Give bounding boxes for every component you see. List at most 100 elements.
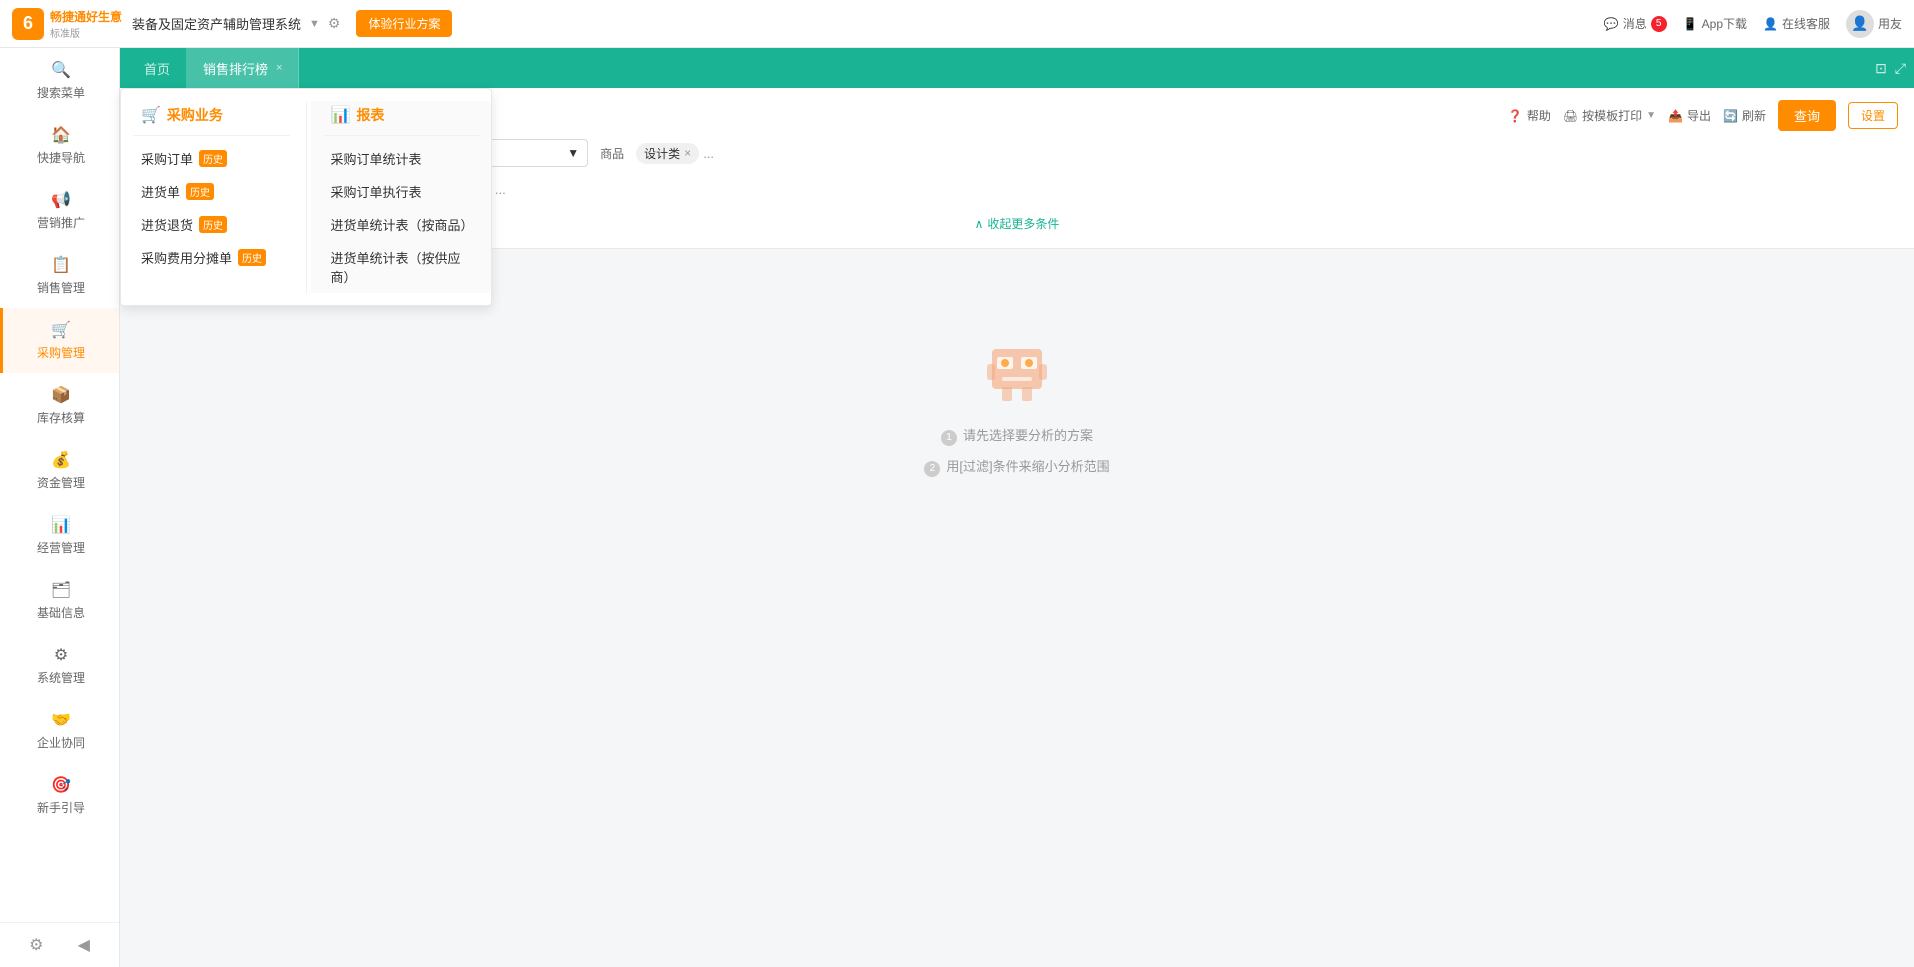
toolbar-right: ❓ 帮助 🖨 按模板打印 ▼ 📤 导出 🔄 刷新 查询 设置	[1508, 100, 1898, 131]
stock-icon: 📦	[51, 385, 71, 405]
purchase-dropdown-menu: 🛒 采购业务 采购订单 历史 进货单 历史 进货退货 历史 采购费用分摊单 历史…	[120, 88, 492, 306]
tab-close-icon[interactable]: ×	[276, 62, 282, 74]
cost-label: 采购费用分摊单	[141, 248, 232, 267]
sys-dropdown-arrow[interactable]: ▼	[309, 18, 320, 30]
sys-settings-icon[interactable]: ⚙	[328, 15, 341, 32]
dropdown-item-purchase-stat[interactable]: 采购订单统计表	[323, 142, 480, 175]
user-item[interactable]: 👤 用友	[1846, 10, 1902, 38]
sidebar-item-sales[interactable]: 📋 销售管理	[0, 243, 119, 308]
sys-title-area: 装备及固定资产辅助管理系统 ▼ ⚙ 体验行业方案	[132, 10, 1604, 37]
sidebar-item-operation[interactable]: 📊 经营管理	[0, 503, 119, 568]
logo-badge: 标准版	[50, 25, 122, 40]
goods-tag-text: 设计类	[644, 145, 680, 162]
collapse-up-icon: ∧	[975, 217, 984, 231]
app-item[interactable]: 📱 App下载	[1683, 15, 1747, 32]
sidebar-item-stock[interactable]: 📦 库存核算	[0, 373, 119, 438]
tab-sales-rank-label: 销售排行榜	[203, 59, 268, 78]
tab-bar: 首页 销售排行榜 × ⊡ ⤢	[120, 48, 1914, 88]
msg-item[interactable]: 💬 消息 5	[1604, 15, 1667, 32]
logo-area: 6 畅捷通好生意 标准版	[12, 8, 132, 40]
refresh-icon: 🔄	[1723, 109, 1738, 123]
print-btn[interactable]: 🖨 按模板打印 ▼	[1563, 107, 1656, 124]
cost-history: 历史	[238, 249, 266, 266]
refresh-btn[interactable]: 🔄 刷新	[1723, 107, 1766, 124]
incoming-label: 进货单	[141, 182, 180, 201]
sidebar-label-basic: 基础信息	[37, 604, 85, 621]
purchase-order-history: 历史	[199, 150, 227, 167]
user-label: 用友	[1878, 15, 1902, 32]
print-label: 按模板打印	[1582, 107, 1642, 124]
dropdown-purchase-title-text: 采购业务	[167, 105, 223, 125]
enterprise-icon: 🤝	[51, 710, 71, 730]
dropdown-divider	[306, 101, 307, 293]
app-label: App下载	[1702, 15, 1747, 32]
query-btn[interactable]: 查询	[1778, 100, 1836, 131]
print-arrow: ▼	[1646, 110, 1656, 121]
incoming-stat-goods-label: 进货单统计表（按商品）	[331, 215, 472, 234]
sidebar-item-finance[interactable]: 💰 资金管理	[0, 438, 119, 503]
sidebar-label-finance: 资金管理	[37, 474, 85, 491]
settings-bottom-icon[interactable]: ⚙	[29, 935, 43, 955]
msg-icon: 💬	[1604, 17, 1619, 31]
sidebar-item-marketing[interactable]: 📢 营销推广	[0, 178, 119, 243]
sidebar-item-system[interactable]: ⚙ 系统管理	[0, 633, 119, 698]
dropdown-report-title: 📊 报表	[323, 101, 480, 136]
sales-icon: 📋	[51, 255, 71, 275]
sidebar-item-enterprise[interactable]: 🤝 企业协同	[0, 698, 119, 763]
export-btn[interactable]: 📤 导出	[1668, 107, 1711, 124]
export-label: 导出	[1687, 107, 1711, 124]
collapse-sidebar-icon[interactable]: ◀	[78, 935, 90, 955]
empty-hint-2-row: 2 用[过滤]条件来缩小分析范围	[924, 456, 1109, 481]
dropdown-purchase-icon: 🛒	[141, 105, 161, 125]
bill-status-arrow: ▼	[567, 146, 579, 160]
incoming-history: 历史	[186, 183, 214, 200]
tab-sales-rank[interactable]: 销售排行榜 ×	[187, 48, 299, 88]
purchase-exec-label: 采购订单执行表	[331, 182, 422, 201]
dropdown-purchase-title: 🛒 采购业务	[133, 101, 290, 136]
empty-hint-1-row: 1 请先选择要分析的方案	[941, 425, 1093, 450]
sidebar-item-guide[interactable]: 🎯 新手引导	[0, 763, 119, 828]
service-icon: 👤	[1763, 17, 1778, 31]
dropdown-item-purchase-order[interactable]: 采购订单 历史	[133, 142, 290, 175]
collapse-label: 收起更多条件	[987, 215, 1059, 232]
dropdown-item-cost[interactable]: 采购费用分摊单 历史	[133, 241, 290, 274]
guide-icon: 🎯	[51, 775, 71, 795]
industry-btn[interactable]: 体验行业方案	[356, 10, 452, 37]
dropdown-item-purchase-exec[interactable]: 采购订单执行表	[323, 175, 480, 208]
sidebar-label-stock: 库存核算	[37, 409, 85, 426]
sidebar-item-quick[interactable]: 🏠 快捷导航	[0, 113, 119, 178]
dropdown-report-col: 📊 报表 采购订单统计表 采购订单执行表 进货单统计表（按商品） 进货单统计表（…	[311, 101, 492, 293]
sidebar-bottom: ⚙ ◀	[0, 922, 119, 967]
goods-tag-remove[interactable]: ×	[684, 146, 691, 160]
print-icon: 🖨	[1563, 109, 1578, 123]
sidebar-item-search[interactable]: 🔍 搜索菜单	[0, 48, 119, 113]
dropdown-item-incoming-stat-goods[interactable]: 进货单统计表（按商品）	[323, 208, 480, 241]
system-icon: ⚙	[54, 645, 68, 665]
goods-filter: 设计类 × ...	[636, 143, 714, 164]
app-icon: 📱	[1683, 17, 1698, 31]
sidebar-label-quick: 快捷导航	[37, 149, 85, 166]
sidebar-item-basic[interactable]: 🗂 基础信息	[0, 568, 119, 633]
dropdown-item-return[interactable]: 进货退货 历史	[133, 208, 290, 241]
sidebar-label-purchase: 采购管理	[37, 344, 85, 361]
empty-hint-1: 请先选择要分析的方案	[963, 425, 1093, 444]
service-item[interactable]: 👤 在线客服	[1763, 15, 1830, 32]
customer-ellipsis[interactable]: ...	[495, 182, 506, 197]
top-header: 6 畅捷通好生意 标准版 装备及固定资产辅助管理系统 ▼ ⚙ 体验行业方案 💬 …	[0, 0, 1914, 48]
dropdown-item-incoming-stat-supplier[interactable]: 进货单统计表（按供应商）	[323, 241, 480, 293]
setting-btn[interactable]: 设置	[1848, 102, 1898, 129]
tab-fullscreen-btn[interactable]: ⤢	[1895, 60, 1906, 77]
logo-title: 畅捷通好生意	[50, 8, 122, 25]
dropdown-report-title-text: 报表	[356, 105, 384, 125]
finance-icon: 💰	[51, 450, 71, 470]
purchase-icon: 🛒	[51, 320, 71, 340]
purchase-stat-label: 采购订单统计表	[331, 149, 422, 168]
user-avatar: 👤	[1846, 10, 1874, 38]
sidebar-label-search: 搜索菜单	[37, 84, 85, 101]
dropdown-item-incoming[interactable]: 进货单 历史	[133, 175, 290, 208]
tab-home[interactable]: 首页	[128, 48, 187, 88]
help-btn[interactable]: ❓ 帮助	[1508, 107, 1551, 124]
goods-ellipsis[interactable]: ...	[703, 146, 714, 161]
tab-restore-btn[interactable]: ⊡	[1875, 60, 1887, 77]
sidebar-item-purchase[interactable]: 🛒 采购管理	[0, 308, 119, 373]
